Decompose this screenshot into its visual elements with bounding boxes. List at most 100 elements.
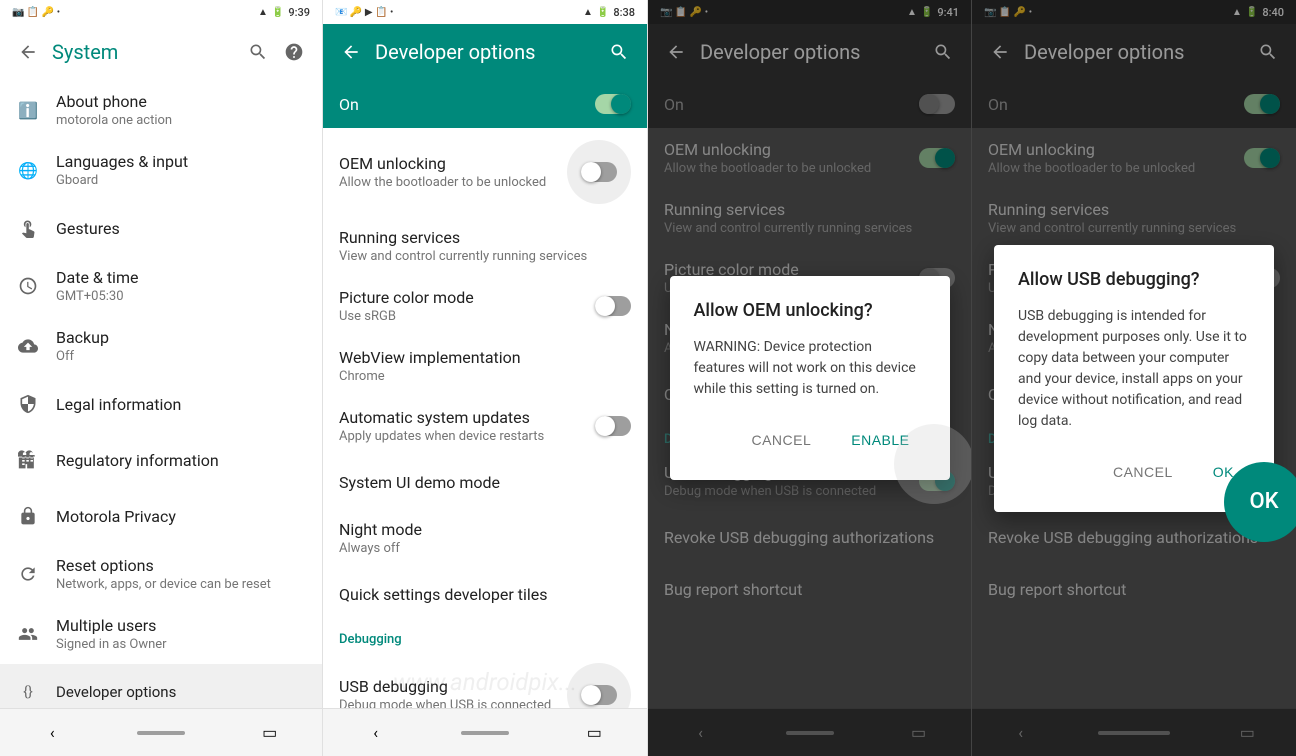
back-button-p2[interactable] [339,40,363,64]
search-button-p2[interactable] [607,40,631,64]
about-title: About phone [56,92,306,111]
usb-cancel-button[interactable]: Cancel [1097,456,1189,488]
auto-update-toggle-p2[interactable] [595,416,631,436]
oem-toggle-p2[interactable] [581,162,617,182]
home-indicator-p1[interactable] [137,731,185,735]
picture-color-item-p2[interactable]: Picture color mode Use sRGB [323,276,647,336]
back-nav-p2[interactable]: ‹ [356,713,396,753]
oem-unlocking-item-p2[interactable]: OEM unlocking Allow the bootloader to be… [323,128,647,216]
sidebar-item-developer[interactable]: {} Developer options [0,664,322,708]
battery-icon-p1: 🔋 [272,7,284,18]
usb-dialog: Allow USB debugging? USB debugging is in… [994,245,1274,512]
status-icons-left-p2: 📧 🔑 ▶ 📋 • [335,7,393,18]
wifi-icon-p2: ▲ [583,7,593,18]
sidebar-item-regulatory[interactable]: Regulatory information [0,432,322,488]
oem-dialog-title: Allow OEM unlocking? [694,300,926,321]
sidebar-item-languages[interactable]: 🌐 Languages & input Gboard [0,140,322,200]
night-mode-subtitle-p2: Always off [339,541,631,556]
back-button-p1[interactable] [16,40,40,64]
settings-list-p1: ℹ️ About phone motorola one action 🌐 Lan… [0,80,322,708]
languages-subtitle: Gboard [56,173,306,188]
running-services-item-p2[interactable]: Running services View and control curren… [323,216,647,276]
home-indicator-p2[interactable] [461,731,509,735]
oem-cancel-button[interactable]: Cancel [735,424,827,456]
ok-circle-overlay[interactable]: OK [1224,462,1296,542]
backup-title: Backup [56,328,306,347]
time-p1: 9:39 [288,6,310,19]
webview-item-p2[interactable]: WebView implementation Chrome [323,336,647,396]
sidebar-item-backup[interactable]: Backup Off [0,316,322,376]
recents-nav-p2[interactable]: ▭ [574,713,614,753]
backup-subtitle: Off [56,349,306,364]
demo-mode-item-p2[interactable]: System UI demo mode [323,456,647,508]
motorola-icon [16,504,40,528]
picture-color-title-p2: Picture color mode [339,288,474,307]
sidebar-item-users[interactable]: Multiple users Signed in as Owner [0,604,322,664]
qs-tiles-item-p2[interactable]: Quick settings developer tiles [323,568,647,620]
regulatory-title: Regulatory information [56,451,306,470]
legal-icon [16,392,40,416]
main-toggle-p2[interactable] [595,94,631,114]
oem-dialog-body: WARNING: Device protection features will… [694,337,926,400]
sidebar-item-reset[interactable]: Reset options Network, apps, or device c… [0,544,322,604]
auto-update-item-p2[interactable]: Automatic system updates Apply updates w… [323,396,647,456]
developer-title: Developer options [56,683,306,701]
oem-dialog-overlay[interactable]: Allow OEM unlocking? WARNING: Device pro… [648,0,971,756]
dev-settings-list-p2: OEM unlocking Allow the bootloader to be… [323,128,647,708]
usb-debug-title-p2: USB debugging [339,677,551,696]
demo-title-p2: System UI demo mode [339,473,631,492]
usb-debug-toggle-p2[interactable] [581,685,617,705]
page-title-p2: Developer options [375,40,595,64]
datetime-title: Date & time [56,268,306,287]
running-title-p2: Running services [339,228,631,247]
app-bar-p1: System [0,24,322,80]
sidebar-item-about[interactable]: ℹ️ About phone motorola one action [0,80,322,140]
sidebar-item-gestures[interactable]: Gestures [0,200,322,256]
webview-subtitle-p2: Chrome [339,369,631,384]
users-icon [16,622,40,646]
regulatory-icon [16,448,40,472]
languages-icon: 🌐 [16,158,40,182]
bottom-nav-p2: ‹ ▭ [323,708,647,756]
oem-dialog: Allow OEM unlocking? WARNING: Device pro… [670,276,950,480]
night-mode-title-p2: Night mode [339,520,631,539]
auto-update-subtitle-p2: Apply updates when device restarts [339,429,544,444]
about-icon: ℹ️ [16,98,40,122]
running-subtitle-p2: View and control currently running servi… [339,249,631,264]
panel-developer-oem-dialog: 📷 📋 🔑 • ▲ 🔋 9:41 Developer options On [648,0,972,756]
gestures-icon [16,216,40,240]
search-button-p1[interactable] [246,40,270,64]
picture-color-subtitle-p2: Use sRGB [339,309,474,324]
usb-circle-overlay-p2 [567,663,631,708]
gestures-title: Gestures [56,219,306,238]
datetime-icon [16,274,40,298]
recents-nav-p1[interactable]: ▭ [250,713,290,753]
usb-debug-item-p2[interactable]: USB debugging Debug mode when USB is con… [323,651,647,708]
usb-debug-subtitle-p2: Debug mode when USB is connected [339,698,551,708]
reset-title: Reset options [56,556,306,575]
usb-dialog-title: Allow USB debugging? [1018,269,1250,290]
oem-circle-overlay-p2 [567,140,631,204]
status-icons-left-p1: 📷 📋 🔑 • [12,7,60,18]
sidebar-item-motorola[interactable]: Motorola Privacy [0,488,322,544]
status-bar-p2: 📧 🔑 ▶ 📋 • ▲ 🔋 8:38 [323,0,647,24]
languages-title: Languages & input [56,152,306,171]
status-icons-right-p1: ▲ 🔋 9:39 [258,6,310,19]
help-button-p1[interactable] [282,40,306,64]
on-header-p2[interactable]: On [323,80,647,128]
page-title-p1: System [52,40,234,64]
picture-color-toggle-p2[interactable] [595,296,631,316]
reset-subtitle: Network, apps, or device can be reset [56,577,306,592]
developer-icon: {} [16,680,40,704]
oem-dialog-actions: Cancel Enable [694,424,926,456]
back-nav-p1[interactable]: ‹ [32,713,72,753]
bottom-nav-p1: ‹ ▭ [0,708,322,756]
users-title: Multiple users [56,616,306,635]
panel-system-settings: 📷 📋 🔑 • ▲ 🔋 9:39 System ℹ️ About phone m… [0,0,323,756]
night-mode-item-p2[interactable]: Night mode Always off [323,508,647,568]
status-icons-right-p2: ▲ 🔋 8:38 [583,6,635,19]
sidebar-item-datetime[interactable]: Date & time GMT+05:30 [0,256,322,316]
usb-dialog-overlay[interactable]: Allow USB debugging? USB debugging is in… [972,0,1296,756]
motorola-title: Motorola Privacy [56,507,306,526]
sidebar-item-legal[interactable]: Legal information [0,376,322,432]
